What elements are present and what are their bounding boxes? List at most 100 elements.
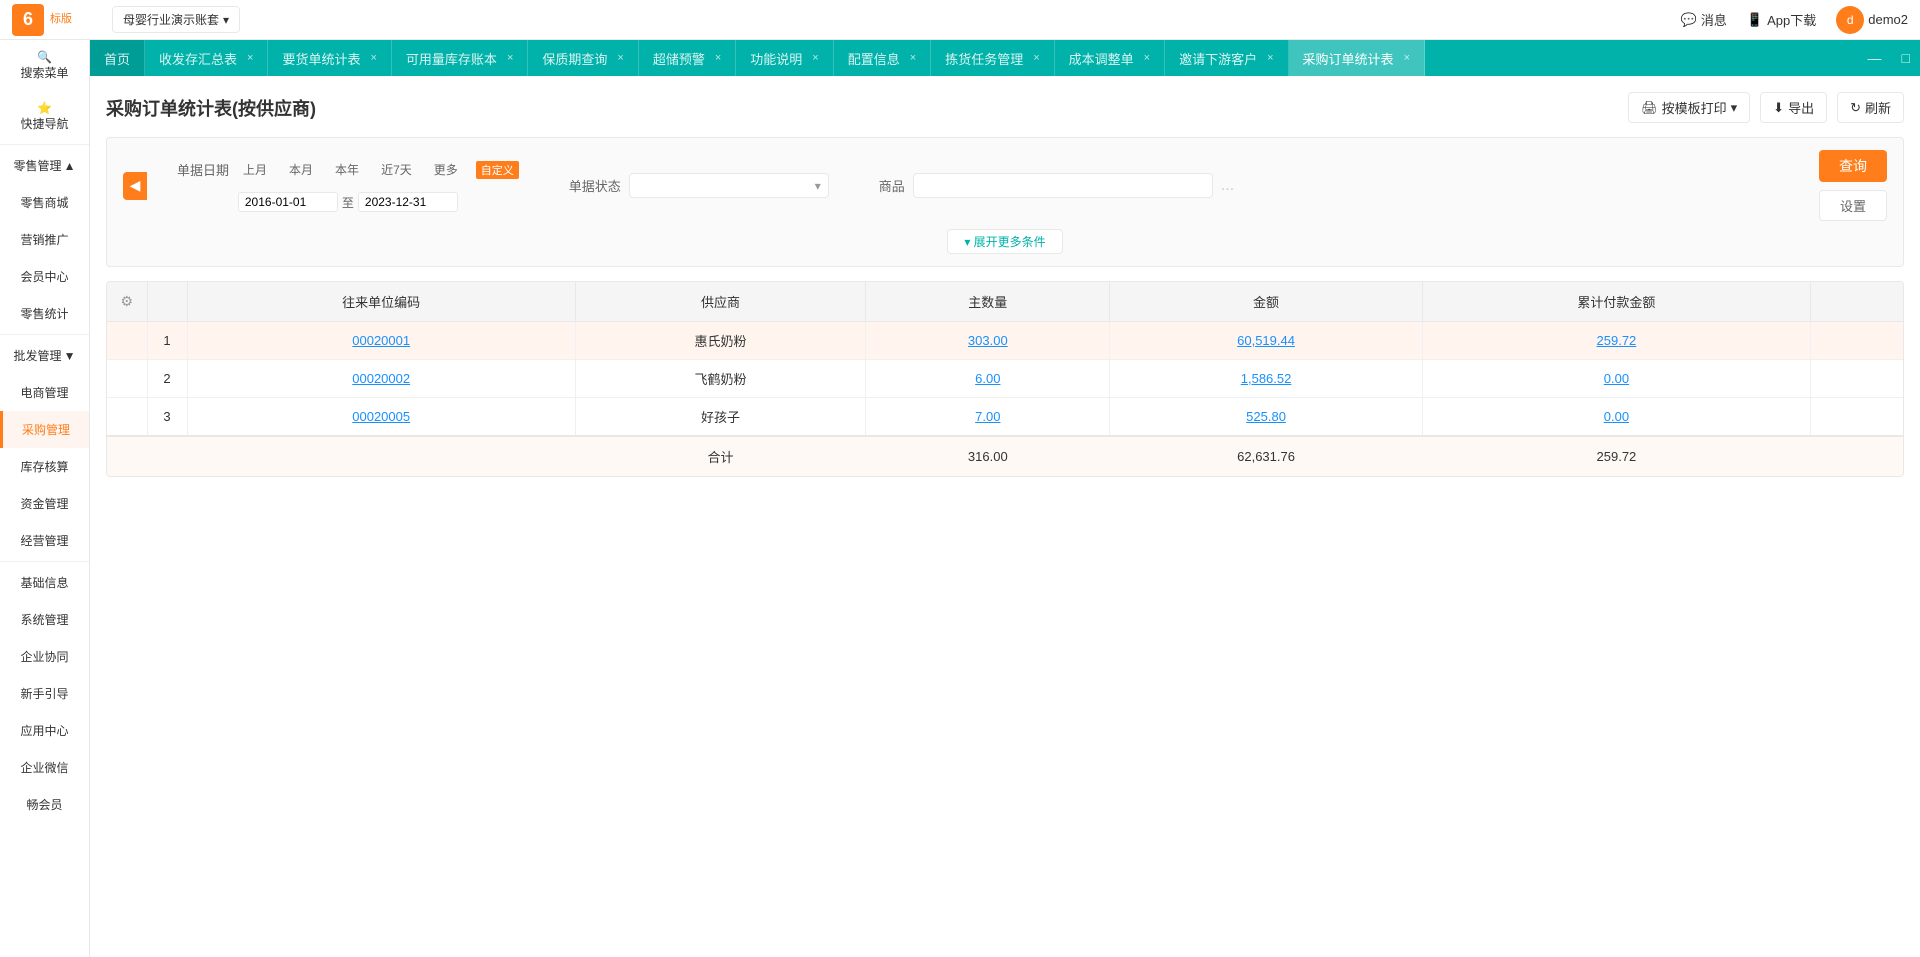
sidebar-item-enterprise[interactable]: 企业协同 — [0, 638, 89, 675]
date-from-input[interactable] — [238, 192, 338, 212]
col-paid-amount: 累计付款金额 — [1422, 282, 1810, 322]
row1-settings — [107, 322, 147, 360]
maximize-button[interactable]: □ — [1892, 40, 1920, 76]
page-header: 采购订单统计表(按供应商) 🖨 按模板打印 ▾ ⬇ 导出 ↻ 刷新 — [106, 92, 1904, 123]
tab-order-stats-close[interactable]: × — [370, 52, 376, 64]
sidebar-item-member[interactable]: 会员中心 — [0, 258, 89, 295]
sidebar-item-new-guide[interactable]: 新手引导 — [0, 675, 89, 712]
tab-warranty-query[interactable]: 保质期查询 × — [528, 40, 638, 76]
sidebar-item-marketing[interactable]: 营销推广 — [0, 221, 89, 258]
sidebar-item-system[interactable]: 系统管理 — [0, 601, 89, 638]
sidebar-divider-2 — [0, 334, 89, 335]
sidebar-item-retail-shop[interactable]: 零售商城 — [0, 184, 89, 221]
setting-button[interactable]: 设置 — [1819, 190, 1887, 221]
sidebar-item-enterprise-wechat[interactable]: 企业微信 — [0, 749, 89, 786]
row2-unit-code-link[interactable]: 00020002 — [352, 371, 410, 386]
row1-paid-amount: 259.72 — [1422, 322, 1810, 360]
row1-amount-link[interactable]: 60,519.44 — [1237, 333, 1295, 348]
footer-settings — [107, 436, 147, 476]
tab-home[interactable]: 首页 — [90, 40, 145, 76]
row1-unit-code-link[interactable]: 00020001 — [352, 333, 410, 348]
minimize-button[interactable]: — — [1858, 40, 1892, 76]
export-button[interactable]: ⬇ 导出 — [1760, 92, 1827, 123]
tab-picking-task-label: 拣货任务管理 — [945, 49, 1023, 68]
sidebar-item-quick-nav[interactable]: ⭐ 快捷导航 — [0, 91, 89, 142]
last-month-button[interactable]: 上月 — [235, 159, 275, 180]
tab-config-info-close[interactable]: × — [910, 52, 916, 64]
sidebar-item-finance[interactable]: 资金管理 — [0, 485, 89, 522]
export-label: 导出 — [1788, 98, 1814, 117]
this-month-button[interactable]: 本月 — [281, 159, 321, 180]
app-download-button[interactable]: 📱 App下载 — [1747, 10, 1816, 29]
workspace-selector[interactable]: 母婴行业演示账套 ▾ — [112, 6, 240, 33]
expand-more-button[interactable]: ▾ 展开更多条件 — [947, 229, 1062, 254]
row2-amount-link[interactable]: 1,586.52 — [1241, 371, 1292, 386]
user-name: demo2 — [1868, 12, 1908, 27]
goods-input[interactable] — [913, 173, 1213, 198]
tab-collection-summary[interactable]: 收发存汇总表 × — [145, 40, 268, 76]
footer-paid-amount: 259.72 — [1422, 436, 1810, 476]
row2-quantity-link[interactable]: 6.00 — [975, 371, 1000, 386]
tab-picking-task-close[interactable]: × — [1033, 52, 1039, 64]
filter-goods-item: 商品 ... — [879, 173, 1234, 198]
row1-unit-code: 00020001 — [187, 322, 575, 360]
tab-purchase-stats-close[interactable]: × — [1404, 52, 1410, 64]
row2-paid-amount-link[interactable]: 0.00 — [1604, 371, 1629, 386]
more-date-button[interactable]: 更多 — [426, 159, 466, 180]
row1-paid-amount-link[interactable]: 259.72 — [1597, 333, 1637, 348]
retail-arrow-icon: ▲ — [64, 159, 76, 173]
row3-unit-code-link[interactable]: 00020005 — [352, 409, 410, 424]
footer-extra — [1811, 436, 1903, 476]
goods-more-icon[interactable]: ... — [1221, 177, 1234, 195]
last-7-days-button[interactable]: 近7天 — [373, 159, 420, 180]
tab-picking-task[interactable]: 拣货任务管理 × — [931, 40, 1054, 76]
tab-invite-downstream-close[interactable]: × — [1267, 52, 1273, 64]
sidebar-item-purchase[interactable]: 采购管理 — [0, 411, 89, 448]
status-select[interactable] — [629, 173, 829, 198]
column-settings-icon[interactable]: ⚙ — [120, 293, 133, 309]
sidebar-item-search[interactable]: 🔍 搜索菜单 — [0, 40, 89, 91]
col-extra — [1811, 282, 1903, 322]
sidebar-item-wholesale[interactable]: 批发管理 ▼ — [0, 337, 89, 374]
tab-overstock-warning-close[interactable]: × — [715, 52, 721, 64]
sidebar-item-retail[interactable]: 零售管理 ▲ — [0, 147, 89, 184]
table-row: 3 00020005 好孩子 7.00 525.80 0.00 — [107, 398, 1903, 437]
tab-config-info[interactable]: 配置信息 × — [834, 40, 931, 76]
tab-usable-inventory-close[interactable]: × — [507, 52, 513, 64]
tab-overstock-warning[interactable]: 超储预警 × — [639, 40, 736, 76]
status-select-wrapper — [629, 173, 829, 198]
tab-purchase-stats[interactable]: 采购订单统计表 × — [1289, 40, 1425, 76]
export-icon: ⬇ — [1773, 100, 1784, 116]
sidebar-item-ecommerce[interactable]: 电商管理 — [0, 374, 89, 411]
print-button[interactable]: 🖨 按模板打印 ▾ — [1628, 92, 1750, 123]
row3-amount-link[interactable]: 525.80 — [1246, 409, 1286, 424]
date-to-input[interactable] — [358, 192, 458, 212]
sidebar-item-app-center[interactable]: 应用中心 — [0, 712, 89, 749]
nav-tabs-end: — □ — [1858, 40, 1920, 76]
tab-cost-adjust-close[interactable]: × — [1144, 52, 1150, 64]
footer-index — [147, 436, 187, 476]
message-button[interactable]: 💬 消息 — [1681, 10, 1727, 29]
tab-invite-downstream[interactable]: 邀请下游客户 × — [1165, 40, 1288, 76]
sidebar-item-member2[interactable]: 畅会员 — [0, 786, 89, 823]
row3-quantity-link[interactable]: 7.00 — [975, 409, 1000, 424]
sidebar-item-inventory[interactable]: 库存核算 — [0, 448, 89, 485]
this-year-button[interactable]: 本年 — [327, 159, 367, 180]
user-profile[interactable]: d demo2 — [1836, 6, 1908, 34]
row1-quantity-link[interactable]: 303.00 — [968, 333, 1008, 348]
tab-warranty-query-close[interactable]: × — [617, 52, 623, 64]
query-button[interactable]: 查询 — [1819, 150, 1887, 182]
sidebar-item-basic-info[interactable]: 基础信息 — [0, 564, 89, 601]
sidebar-item-operations[interactable]: 经营管理 — [0, 522, 89, 559]
tab-cost-adjust[interactable]: 成本调整单 × — [1055, 40, 1165, 76]
tab-collection-summary-close[interactable]: × — [247, 52, 253, 64]
row1-extra — [1811, 322, 1903, 360]
filter-collapse-button[interactable]: ◀ — [123, 172, 147, 200]
sidebar-item-retail-stat[interactable]: 零售统计 — [0, 295, 89, 332]
tab-function-desc-close[interactable]: × — [812, 52, 818, 64]
refresh-button[interactable]: ↻ 刷新 — [1837, 92, 1904, 123]
tab-order-stats[interactable]: 要货单统计表 × — [268, 40, 391, 76]
row3-paid-amount-link[interactable]: 0.00 — [1604, 409, 1629, 424]
tab-function-desc[interactable]: 功能说明 × — [736, 40, 833, 76]
tab-usable-inventory[interactable]: 可用量库存账本 × — [392, 40, 528, 76]
